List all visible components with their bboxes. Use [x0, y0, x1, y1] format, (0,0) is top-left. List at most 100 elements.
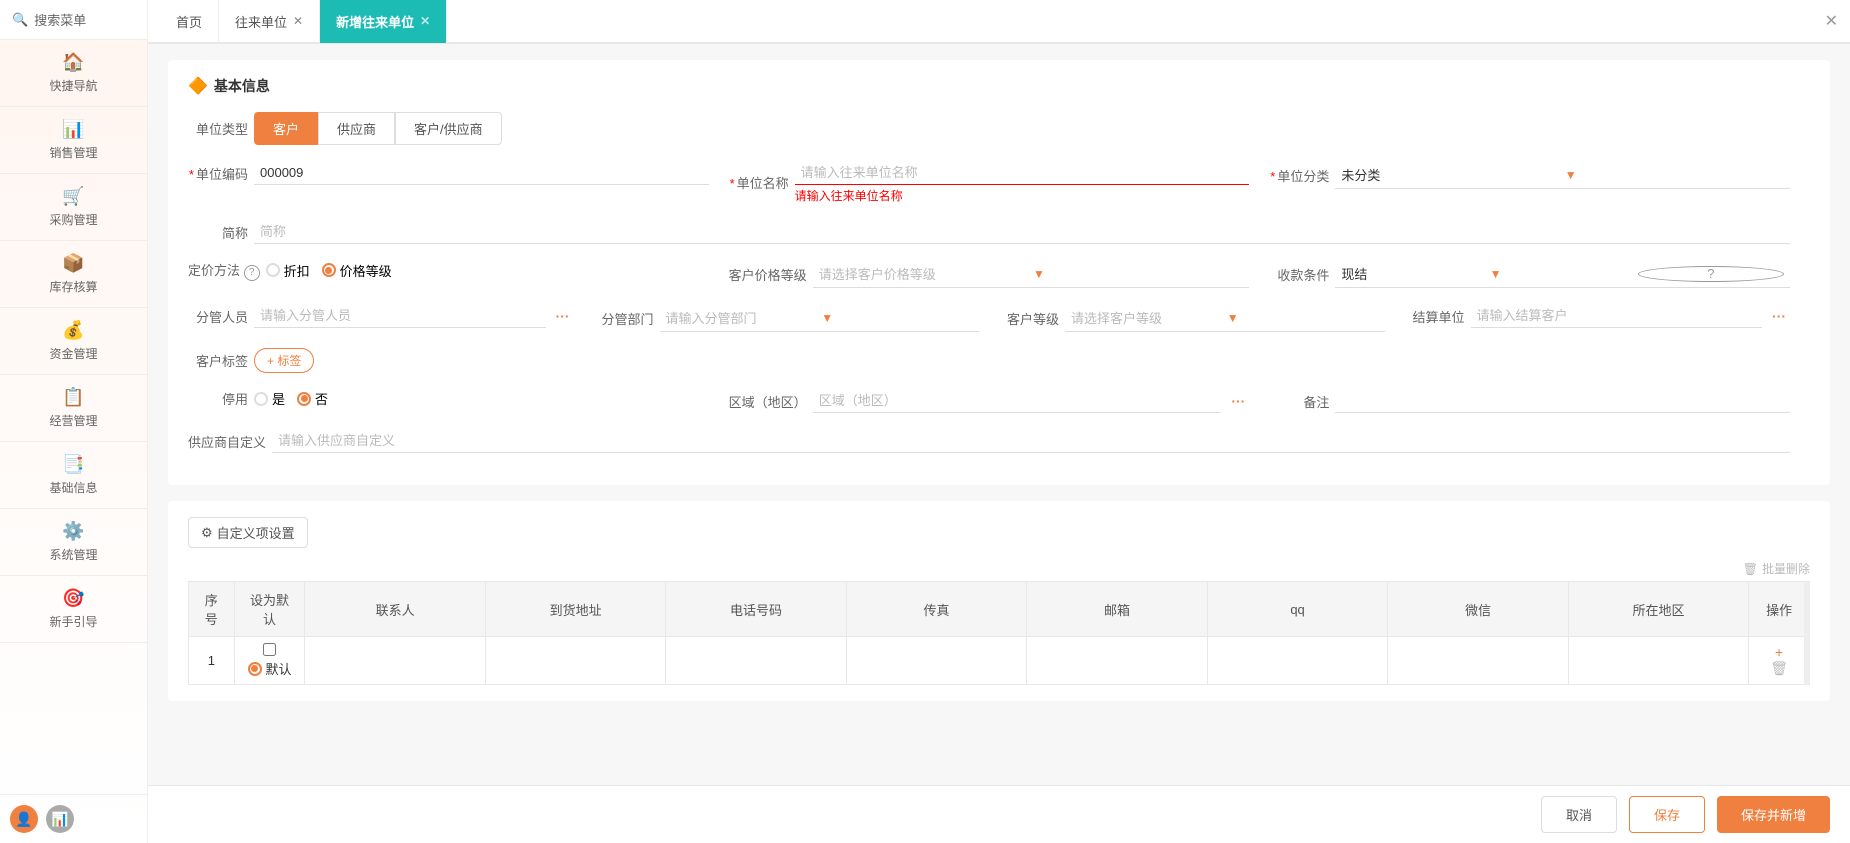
row-delete-btn[interactable]: 🗑 — [1770, 660, 1788, 676]
chevron-down-icon-2: ▼ — [1033, 267, 1243, 281]
table-scrollbar[interactable] — [1804, 581, 1810, 685]
sidebar-item-quick-nav[interactable]: 🏠 快捷导航 — [0, 40, 147, 107]
tab-partner-list-close[interactable]: ✕ — [293, 14, 303, 28]
base-info-icon: 📑 — [62, 454, 84, 475]
unit-category-select[interactable]: 未分类 ▼ — [1335, 161, 1790, 189]
dept-field: 分管部门 请输入分管部门 ▼ — [594, 304, 1000, 332]
unit-name-input[interactable] — [795, 161, 1250, 185]
radio-discount[interactable]: 折扣 — [266, 261, 310, 280]
unit-name-input-wrap: 请输入往来单位名称 — [795, 161, 1250, 204]
supervisor-input[interactable] — [254, 304, 546, 328]
row-contact[interactable] — [305, 637, 485, 685]
sidebar-item-inventory[interactable]: 📦 库存核算 — [0, 241, 147, 308]
radio-grade[interactable]: 价格等级 — [322, 261, 392, 280]
row-address[interactable] — [485, 637, 665, 685]
row-fax-input[interactable] — [857, 653, 1016, 668]
row-wechat-input[interactable] — [1398, 653, 1557, 668]
col-default: 设为默认 — [234, 582, 305, 637]
tab-bar: 首页 往来单位 ✕ 新增往来单位 ✕ ✕ — [148, 0, 1850, 44]
supervisor-more-btn[interactable]: ··· — [552, 308, 574, 324]
unit-name-error-msg: 请输入往来单位名称 — [795, 187, 1250, 204]
area-input[interactable] — [813, 389, 1222, 413]
save-and-new-button[interactable]: 保存并新增 — [1717, 796, 1830, 833]
row-add-btn[interactable]: + — [1775, 644, 1783, 660]
unit-type-field: 单位类型 客户 供应商 客户/供应商 — [188, 112, 1810, 145]
radio-grade-dot — [325, 267, 332, 274]
short-name-input[interactable] — [254, 220, 1790, 244]
row-fax[interactable] — [846, 637, 1026, 685]
row-email-input[interactable] — [1037, 653, 1196, 668]
customer-grade-select[interactable]: 请选择客户等级 ▼ — [1065, 304, 1385, 332]
pricing-method-label: 定价方法 ? — [188, 260, 260, 281]
sidebar-item-label: 库存核算 — [49, 278, 97, 295]
tab-partner-list[interactable]: 往来单位 ✕ — [219, 0, 320, 43]
row-qq[interactable] — [1207, 637, 1388, 685]
customer-price-grade-field: 客户价格等级 请选择客户价格等级 ▼ — [729, 260, 1270, 288]
row-checkbox[interactable] — [263, 643, 276, 656]
btn-supplier[interactable]: 供应商 — [318, 112, 395, 145]
row-default-radio[interactable]: 默认 — [245, 659, 295, 678]
short-name-field: 简称 — [188, 220, 1810, 244]
window-close-button[interactable]: ✕ — [1825, 11, 1838, 31]
sidebar-item-purchase-mgmt[interactable]: 🛒 采购管理 — [0, 174, 147, 241]
search-icon: 🔍 — [12, 12, 28, 28]
tab-add-partner[interactable]: 新增往来单位 ✕ — [320, 0, 447, 43]
customer-grade-placeholder: 请选择客户等级 — [1071, 308, 1223, 327]
btn-both[interactable]: 客户/供应商 — [395, 112, 502, 145]
custom-settings-button[interactable]: ⚙ 自定义项设置 — [188, 517, 308, 548]
row-seq: 1 — [189, 637, 235, 685]
cancel-button[interactable]: 取消 — [1541, 796, 1617, 833]
row-contact-input[interactable] — [315, 653, 474, 668]
pricing-method-field: 定价方法 ? 折扣 价格等级 — [188, 260, 729, 281]
area-more-btn[interactable]: ··· — [1227, 393, 1249, 409]
supplier-custom-input[interactable] — [272, 429, 1790, 453]
table-body: 1 默认 — [189, 637, 1810, 685]
settlement-more-btn[interactable]: ··· — [1768, 308, 1790, 324]
btn-customer[interactable]: 客户 — [254, 112, 318, 145]
remark-input[interactable] — [1335, 389, 1790, 413]
row-address-input[interactable] — [496, 653, 655, 668]
col-email: 邮箱 — [1027, 582, 1207, 637]
radio-yes[interactable]: 是 — [254, 389, 285, 408]
unit-code-input[interactable] — [254, 161, 709, 185]
payment-condition-select[interactable]: 现结 ▼ ? — [1335, 260, 1790, 288]
col-phone: 电话号码 — [666, 582, 846, 637]
sidebar-item-base-info[interactable]: 📑 基础信息 — [0, 442, 147, 509]
payment-help-icon[interactable]: ? — [1638, 266, 1784, 282]
sidebar-item-operations[interactable]: 📋 经营管理 — [0, 375, 147, 442]
sidebar-item-new-guide[interactable]: 🎯 新手引导 — [0, 576, 147, 643]
sidebar-search[interactable]: 🔍 搜索菜单 — [0, 0, 147, 40]
sidebar-item-finance[interactable]: 💰 资金管理 — [0, 308, 147, 375]
table-header-row: 序号 设为默认 联系人 到货地址 电话号码 传真 邮箱 qq 微信 所在地区 操… — [189, 582, 1810, 637]
unit-code-label: *单位编码 — [188, 164, 248, 183]
basic-info-card: 🔶 基本信息 单位类型 客户 供应商 客户/供应商 *单位 — [168, 60, 1830, 485]
row-area[interactable] — [1568, 637, 1748, 685]
tab-add-partner-label: 新增往来单位 — [336, 12, 414, 31]
pricing-radio-group: 折扣 价格等级 — [266, 261, 392, 280]
quick-nav-icon: 🏠 — [62, 52, 84, 73]
customer-price-grade-select[interactable]: 请选择客户价格等级 ▼ — [813, 260, 1250, 288]
sidebar-footer-btn2[interactable]: 📊 — [46, 805, 74, 833]
row-phone-input[interactable] — [676, 653, 835, 668]
save-button[interactable]: 保存 — [1629, 796, 1705, 833]
settlement-unit-input[interactable] — [1471, 304, 1763, 328]
sidebar-item-system-mgmt[interactable]: ⚙️ 系统管理 — [0, 509, 147, 576]
tab-add-partner-close[interactable]: ✕ — [420, 14, 430, 28]
area-label: 区域（地区） — [729, 392, 807, 411]
supervisor-label: 分管人员 — [188, 307, 248, 326]
tab-home[interactable]: 首页 — [160, 0, 219, 43]
col-contact: 联系人 — [305, 582, 485, 637]
sidebar-item-sales-mgmt[interactable]: 📊 销售管理 — [0, 107, 147, 174]
dept-select[interactable]: 请输入分管部门 ▼ — [660, 304, 980, 332]
add-tag-button[interactable]: + 标签 — [254, 348, 314, 373]
row-qq-input[interactable] — [1218, 653, 1378, 668]
pricing-help-icon[interactable]: ? — [244, 265, 260, 281]
batch-delete-btn[interactable]: 🗑 批量删除 — [188, 560, 1810, 577]
row-area-input[interactable] — [1579, 653, 1738, 668]
row-phone[interactable] — [666, 637, 846, 685]
row-email[interactable] — [1027, 637, 1207, 685]
supplier-custom-row: 供应商自定义 — [188, 429, 1810, 453]
radio-no[interactable]: 否 — [297, 389, 328, 408]
row-wechat[interactable] — [1388, 637, 1568, 685]
sidebar-footer-btn1[interactable]: 👤 — [10, 805, 38, 833]
